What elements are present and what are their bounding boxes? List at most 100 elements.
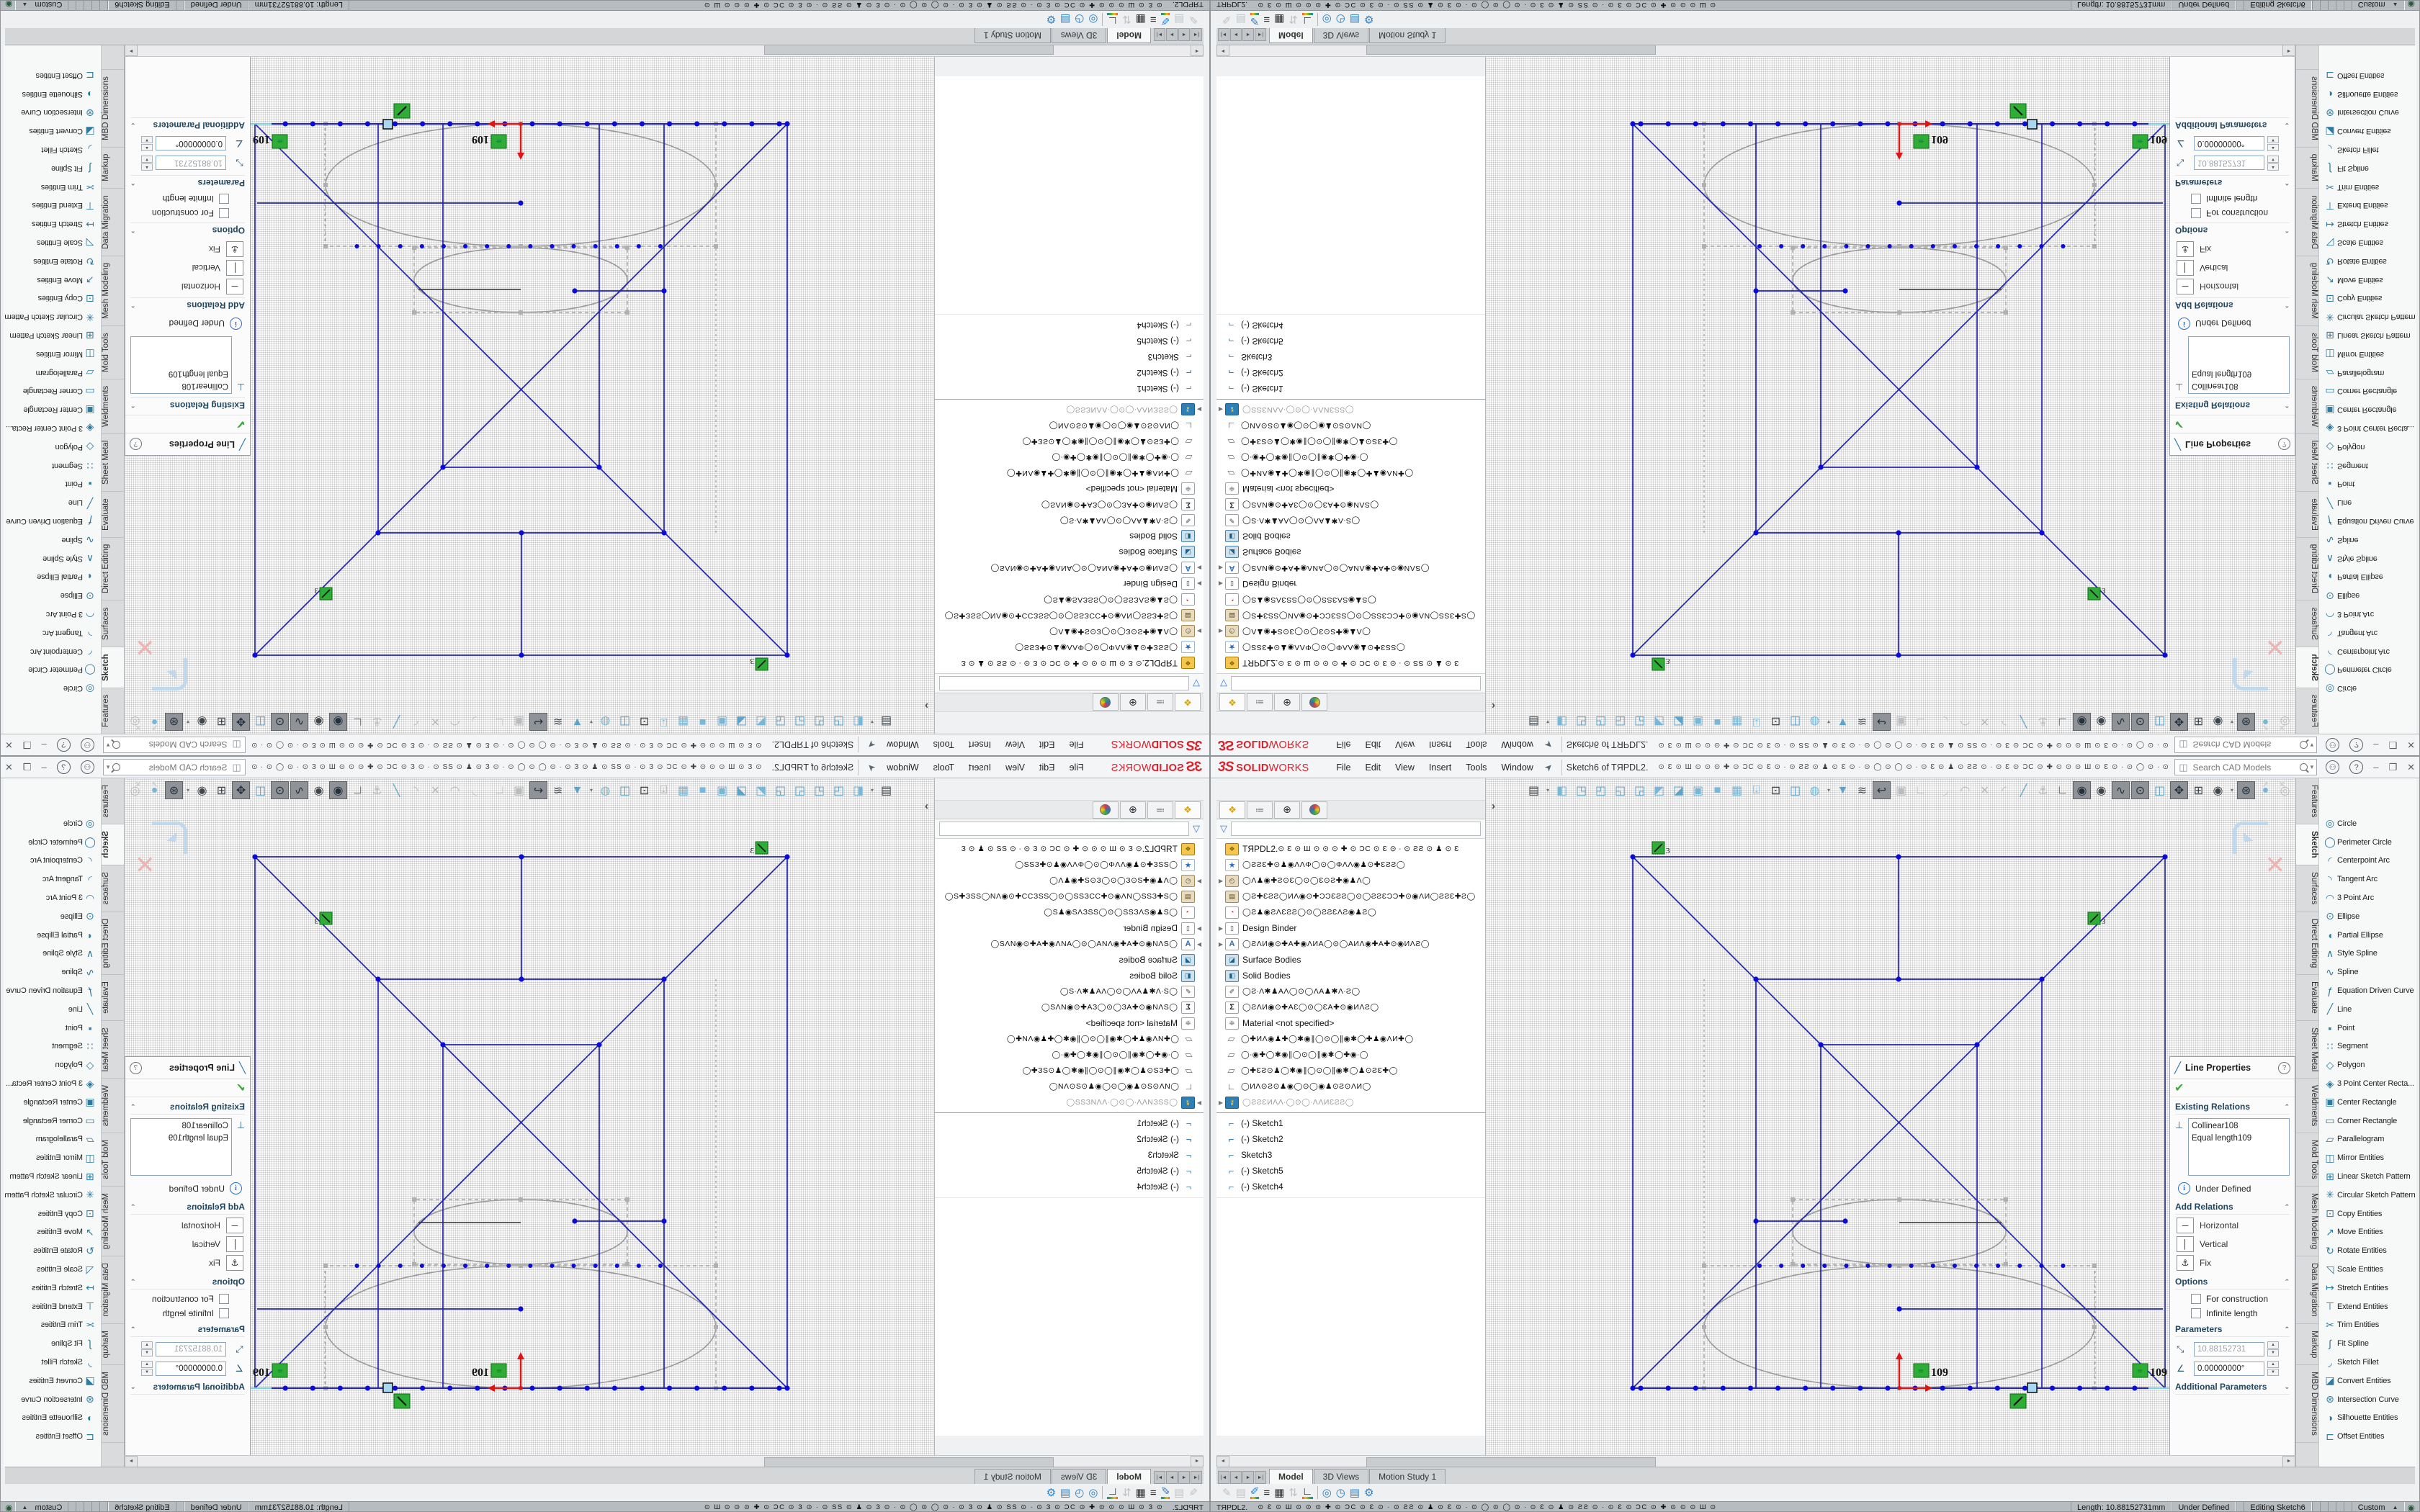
tree-sketch-item[interactable]: ⌐(-) Sketch2: [935, 1131, 1204, 1147]
headsup-icon[interactable]: ■: [1708, 781, 1726, 799]
user-account-button[interactable]: ⚇: [2326, 738, 2339, 752]
headsup-icon[interactable]: ▾: [588, 713, 595, 731]
tool-fit-spline[interactable]: ∫Fit Spline: [2319, 1334, 2416, 1353]
tree-item[interactable]: ∟◯ИΛ⊙Ƨ⊙♟◉◯⊙◯◉♟⊙Ƨ⊙ΛИ◯: [935, 418, 1204, 433]
command-tab-features[interactable]: Features: [102, 688, 124, 734]
filter-funnel-icon[interactable]: ▽: [1220, 678, 1227, 689]
displaymanager-tab[interactable]: [1093, 801, 1119, 819]
help-button[interactable]: ?: [2349, 760, 2363, 774]
camera-check-icon[interactable]: ◎: [1088, 14, 1098, 25]
command-tab-surfaces[interactable]: Surfaces: [102, 600, 124, 647]
tool-spline[interactable]: ∿Spline: [2319, 963, 2416, 981]
tree-item[interactable]: ▶▯Design Binder: [935, 576, 1204, 592]
tree-item[interactable]: ◧Solid Bodies: [1216, 528, 1485, 544]
command-tab-weldments[interactable]: Weldments: [2296, 379, 2318, 433]
headsup-icon[interactable]: ◰: [810, 781, 828, 799]
headsup-icon[interactable]: ◜: [1995, 713, 2013, 731]
collapse-icon[interactable]: ⌃: [2284, 227, 2290, 235]
cancel-sketch-corner-icon[interactable]: ✕: [135, 853, 156, 878]
command-tab-sheet-metal[interactable]: Sheet Metal: [2296, 1021, 2318, 1079]
tool-stretch-entities[interactable]: ↦Stretch Entities: [4, 1279, 101, 1297]
command-tab-data-migration[interactable]: Data Migration: [2296, 188, 2318, 256]
tree-item[interactable]: ✐◯Ƨ∙Λ✱♟AΛ◯⊙◯ΛA♟✱Λ∙Ƨ◯: [935, 984, 1204, 999]
search-input[interactable]: [123, 762, 228, 773]
panel-flyout-chevron-icon[interactable]: ›: [1492, 800, 1495, 812]
search-dropdown-icon[interactable]: ▾: [104, 741, 110, 749]
configurationmanager-tab[interactable]: ⊕: [1120, 694, 1146, 711]
tool-segment[interactable]: ∷Segment: [2319, 456, 2416, 475]
status-units-dropdown[interactable]: Custom▲: [15, 0, 68, 10]
command-tab-mold-tools[interactable]: Mold Tools: [2296, 1133, 2318, 1187]
relation-item[interactable]: Collinear108: [134, 379, 228, 392]
headsup-icon[interactable]: ◲: [1631, 713, 1649, 731]
tree-item[interactable]: ★◯ƧƧƐ✚⊙♟◉ΛΛΦ◯⊙◯ΦΛΛ◉♟⊙✚ƐƧƧ◯: [935, 857, 1204, 873]
featuremanager-tab[interactable]: ❖: [1175, 694, 1201, 711]
tool-ellipse[interactable]: ⊙Ellipse: [2319, 586, 2416, 605]
relation-item[interactable]: Equal length109: [2192, 367, 2286, 379]
tree-item[interactable]: ▶A◯ƧΛИ◉⊙✚A✚◉ΛИA◯⊙◯AИΛ◉✚A✚⊙◉ИΛƧ◯: [1216, 936, 1485, 952]
filter-funnel-icon[interactable]: ▽: [1220, 823, 1227, 834]
scrollbar-track[interactable]: [138, 1457, 1191, 1467]
tool-equation-driven-curve[interactable]: ƒEquation Driven Curve: [2319, 512, 2416, 531]
menu-view[interactable]: View: [998, 737, 1032, 753]
cancel-sketch-corner-icon[interactable]: ✕: [2265, 853, 2286, 878]
tree-item[interactable]: ▶A◯ƧΛИ◉⊙✚A✚◉ΛИA◯⊙◯AИΛ◉✚A✚⊙◉ИΛƧ◯: [1216, 560, 1485, 576]
selected-point-handle[interactable]: [383, 1383, 393, 1392]
scroll-left-button[interactable]: ◄: [1216, 45, 1229, 57]
headsup-icon[interactable]: ◉: [310, 713, 328, 731]
restore-button[interactable]: ❐: [23, 739, 32, 751]
doc-tab-model[interactable]: Model: [1269, 28, 1313, 43]
headsup-icon[interactable]: ⊞: [2190, 713, 2208, 731]
menu-insert[interactable]: Insert: [1422, 737, 1458, 753]
horizontal-icon[interactable]: ─: [226, 279, 243, 294]
tool-sketch-fillet[interactable]: ◞Sketch Fillet: [2319, 140, 2416, 159]
scrollbar-track[interactable]: [1229, 46, 2282, 56]
relation-item[interactable]: Equal length109: [134, 367, 228, 379]
tool-3-point-arc[interactable]: ◠3 Point Arc: [4, 888, 101, 907]
tree-item[interactable]: ▱◯✚ИΛ◉♟✚◯✱◉∥◯⊙◯∥◉✱◯✚♟◉ΛИ✚◯: [935, 1031, 1204, 1047]
scrollbar-track[interactable]: [1229, 1457, 2282, 1467]
tool-corner-rectangle[interactable]: ▭Corner Rectangle: [4, 1112, 101, 1130]
tool-center-rectangle[interactable]: ▣Center Rectangle: [2319, 1093, 2416, 1112]
expand-arrow-icon[interactable]: ▶: [1195, 878, 1204, 884]
headsup-icon[interactable]: ▦: [1728, 713, 1746, 731]
collapse-icon[interactable]: ⌃: [2284, 1203, 2290, 1211]
headsup-icon[interactable]: ◧: [849, 781, 867, 799]
command-tab-sheet-metal[interactable]: Sheet Metal: [102, 433, 124, 491]
tab-nav-button[interactable]: ►|: [1255, 28, 1266, 41]
expand-arrow-icon[interactable]: ▶: [1216, 407, 1225, 413]
selected-point-handle[interactable]: [383, 120, 393, 129]
tree-item[interactable]: ◪Surface Bodies: [1216, 544, 1485, 560]
headsup-icon[interactable]: [1931, 781, 1935, 799]
tree-sketch-item[interactable]: ⌐Sketch3: [935, 349, 1204, 365]
gear-icon[interactable]: ⚙: [1364, 1488, 1373, 1498]
headsup-icon[interactable]: ◉: [2209, 781, 2227, 799]
tool-point[interactable]: ▪Point: [4, 474, 101, 493]
headsup-icon[interactable]: ⍗: [655, 781, 673, 799]
scrollbar-track[interactable]: [138, 46, 1191, 56]
relations-listbox[interactable]: Collinear108Equal length109: [2188, 336, 2290, 394]
tab-nav-button[interactable]: |◄: [1218, 1471, 1229, 1484]
headsup-icon[interactable]: ⊛: [165, 713, 183, 731]
tree-item[interactable]: ◪Surface Bodies: [935, 544, 1204, 560]
tool-circular-sketch-pattern[interactable]: ✳Circular Sketch Pattern: [4, 307, 101, 326]
propertymanager-tab[interactable]: ≔: [1147, 801, 1173, 819]
ok-checkmark-icon[interactable]: ✔: [236, 1081, 246, 1095]
length-spinner[interactable]: ▲▼: [2267, 1341, 2279, 1356]
menu-file[interactable]: File: [1329, 760, 1358, 775]
user-account-button[interactable]: ⚇: [2326, 760, 2339, 774]
collapse-icon[interactable]: ⌃: [130, 227, 136, 235]
add-relation-vertical[interactable]: │Vertical: [2177, 1236, 2290, 1252]
tab-nav-button[interactable]: |◄: [1191, 1471, 1202, 1484]
tool-circular-sketch-pattern[interactable]: ✳Circular Sketch Pattern: [2319, 307, 2416, 326]
headsup-icon[interactable]: ∟: [490, 713, 508, 731]
command-tab-surfaces[interactable]: Surfaces: [2296, 600, 2318, 647]
menu-window[interactable]: Window: [1494, 737, 1540, 753]
headsup-icon[interactable]: ▤: [1525, 781, 1543, 799]
grid-table-icon[interactable]: ▦: [1136, 1488, 1146, 1498]
headsup-icon[interactable]: ▣: [510, 713, 528, 731]
headsup-icon[interactable]: ∿: [290, 781, 308, 799]
sheets-icon[interactable]: ▤: [1236, 14, 1246, 25]
tool-extend-entities[interactable]: ⊤Extend Entities: [2319, 1297, 2416, 1316]
headsup-icon[interactable]: ◩: [1650, 781, 1668, 799]
